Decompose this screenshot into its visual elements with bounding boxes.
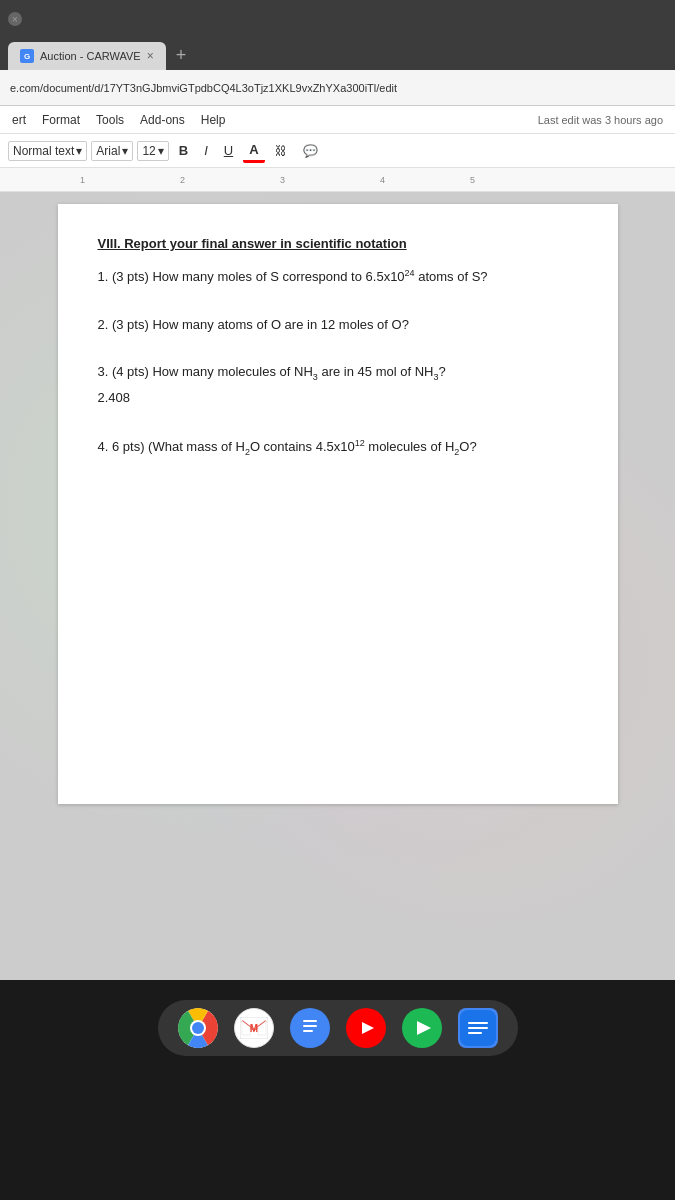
menu-item-addons[interactable]: Add-ons: [140, 113, 185, 127]
italic-label: I: [204, 143, 208, 158]
document-area[interactable]: VIII. Report your final answer in scient…: [0, 192, 675, 980]
size-chevron-icon: ▾: [158, 144, 164, 158]
close-label: ×: [12, 14, 18, 25]
q3-text-before: 3. (4 pts) How many molecules of NH: [98, 364, 313, 379]
q4-superscript: 12: [355, 438, 365, 448]
address-bar[interactable]: e.com/document/d/17YT3nGJbmviGTpdbCQ4L3o…: [0, 70, 675, 106]
menu-item-ert[interactable]: ert: [12, 113, 26, 127]
svg-text:M: M: [249, 1023, 257, 1034]
browser-screen: × G Auction - CARWAVE × + e.com/document…: [0, 0, 675, 980]
document-content: VIII. Report your final answer in scient…: [98, 234, 578, 459]
youtube-dock-icon[interactable]: [346, 1008, 386, 1048]
q3-text-after: ?: [438, 364, 445, 379]
bold-label: B: [179, 143, 188, 158]
q4-text-after: molecules of H: [365, 439, 455, 454]
ruler-tick-4: 4: [380, 175, 385, 185]
svg-rect-8: [303, 1030, 313, 1032]
active-tab[interactable]: G Auction - CARWAVE ×: [8, 42, 166, 70]
dock: M: [158, 1000, 518, 1056]
messages-dock-icon[interactable]: [458, 1008, 498, 1048]
bold-button[interactable]: B: [173, 140, 194, 161]
ruler: 1 2 3 4 5: [0, 168, 675, 192]
taskbar: M: [0, 980, 675, 1200]
play-dock-icon[interactable]: [402, 1008, 442, 1048]
ruler-tick-5: 5: [470, 175, 475, 185]
svg-rect-7: [303, 1025, 317, 1027]
style-chevron-icon: ▾: [76, 144, 82, 158]
ruler-tick-1: 1: [80, 175, 85, 185]
close-button[interactable]: ×: [8, 12, 22, 26]
last-edit-label: Last edit was 3 hours ago: [538, 114, 663, 126]
svg-point-2: [192, 1022, 204, 1034]
gmail-dock-icon[interactable]: M: [234, 1008, 274, 1048]
size-dropdown[interactable]: 12 ▾: [137, 141, 168, 161]
menu-item-format[interactable]: Format: [42, 113, 80, 127]
question-1: 1. (3 pts) How many moles of S correspon…: [98, 267, 578, 287]
link-button[interactable]: ⛓: [269, 141, 293, 161]
svg-rect-15: [468, 1027, 488, 1029]
url-text: e.com/document/d/17YT3nGJbmviGTpdbCQ4L3o…: [10, 82, 397, 94]
document-page: VIII. Report your final answer in scient…: [58, 204, 618, 804]
tab-favicon: G: [20, 49, 34, 63]
new-tab-button[interactable]: +: [168, 41, 195, 70]
size-label: 12: [142, 144, 155, 158]
comment-icon: 💬: [303, 144, 318, 158]
docs-dock-icon[interactable]: [290, 1008, 330, 1048]
menu-item-help[interactable]: Help: [201, 113, 226, 127]
tab-bar: G Auction - CARWAVE × +: [0, 38, 675, 70]
q2-text: 2. (3 pts) How many atoms of O are in 12…: [98, 317, 409, 332]
question-2: 2. (3 pts) How many atoms of O are in 12…: [98, 315, 578, 335]
question-4: 4. 6 pts) (What mass of H2O contains 4.5…: [98, 437, 578, 459]
ruler-tick-2: 2: [180, 175, 185, 185]
q4-text-before: 4. 6 pts) (What mass of H: [98, 439, 245, 454]
svg-rect-6: [303, 1020, 317, 1022]
font-label: Arial: [96, 144, 120, 158]
tab-title: Auction - CARWAVE: [40, 50, 141, 62]
underline-button[interactable]: U: [218, 140, 239, 161]
question-4-text: 4. 6 pts) (What mass of H2O contains 4.5…: [98, 437, 578, 459]
tab-close-icon[interactable]: ×: [147, 49, 154, 63]
comment-button[interactable]: 💬: [297, 141, 324, 161]
ruler-tick-3: 3: [280, 175, 285, 185]
svg-rect-14: [468, 1022, 488, 1024]
color-label: A: [249, 142, 258, 157]
q3-text-mid: are in 45 mol of NH: [318, 364, 434, 379]
q1-superscript: 24: [405, 268, 415, 278]
font-color-button[interactable]: A: [243, 139, 264, 163]
q1-text-before: 1. (3 pts) How many moles of S correspon…: [98, 269, 405, 284]
gdocs-toolbar: Normal text ▾ Arial ▾ 12 ▾ B I U A ⛓ 💬: [0, 134, 675, 168]
browser-top-bar: ×: [0, 0, 675, 38]
gdocs-menu-bar: ert Format Tools Add-ons Help Last edit …: [0, 106, 675, 134]
q1-text-after: atoms of S?: [415, 269, 488, 284]
underline-label: U: [224, 143, 233, 158]
question-3-answer: 2.408: [98, 388, 578, 409]
style-dropdown[interactable]: Normal text ▾: [8, 141, 87, 161]
svg-rect-5: [298, 1012, 322, 1044]
font-chevron-icon: ▾: [122, 144, 128, 158]
question-1-text: 1. (3 pts) How many moles of S correspon…: [98, 267, 578, 287]
font-dropdown[interactable]: Arial ▾: [91, 141, 133, 161]
italic-button[interactable]: I: [198, 140, 214, 161]
question-2-text: 2. (3 pts) How many atoms of O are in 12…: [98, 315, 578, 335]
style-label: Normal text: [13, 144, 74, 158]
link-icon: ⛓: [275, 144, 287, 158]
question-3: 3. (4 pts) How many molecules of NH3 are…: [98, 362, 578, 409]
question-3-text: 3. (4 pts) How many molecules of NH3 are…: [98, 362, 578, 384]
q4-text-end: O?: [459, 439, 476, 454]
menu-item-tools[interactable]: Tools: [96, 113, 124, 127]
chrome-dock-icon[interactable]: [178, 1008, 218, 1048]
section-title: VIII. Report your final answer in scient…: [98, 234, 578, 255]
q4-text-mid: O contains 4.5x10: [250, 439, 355, 454]
svg-rect-16: [468, 1032, 482, 1034]
